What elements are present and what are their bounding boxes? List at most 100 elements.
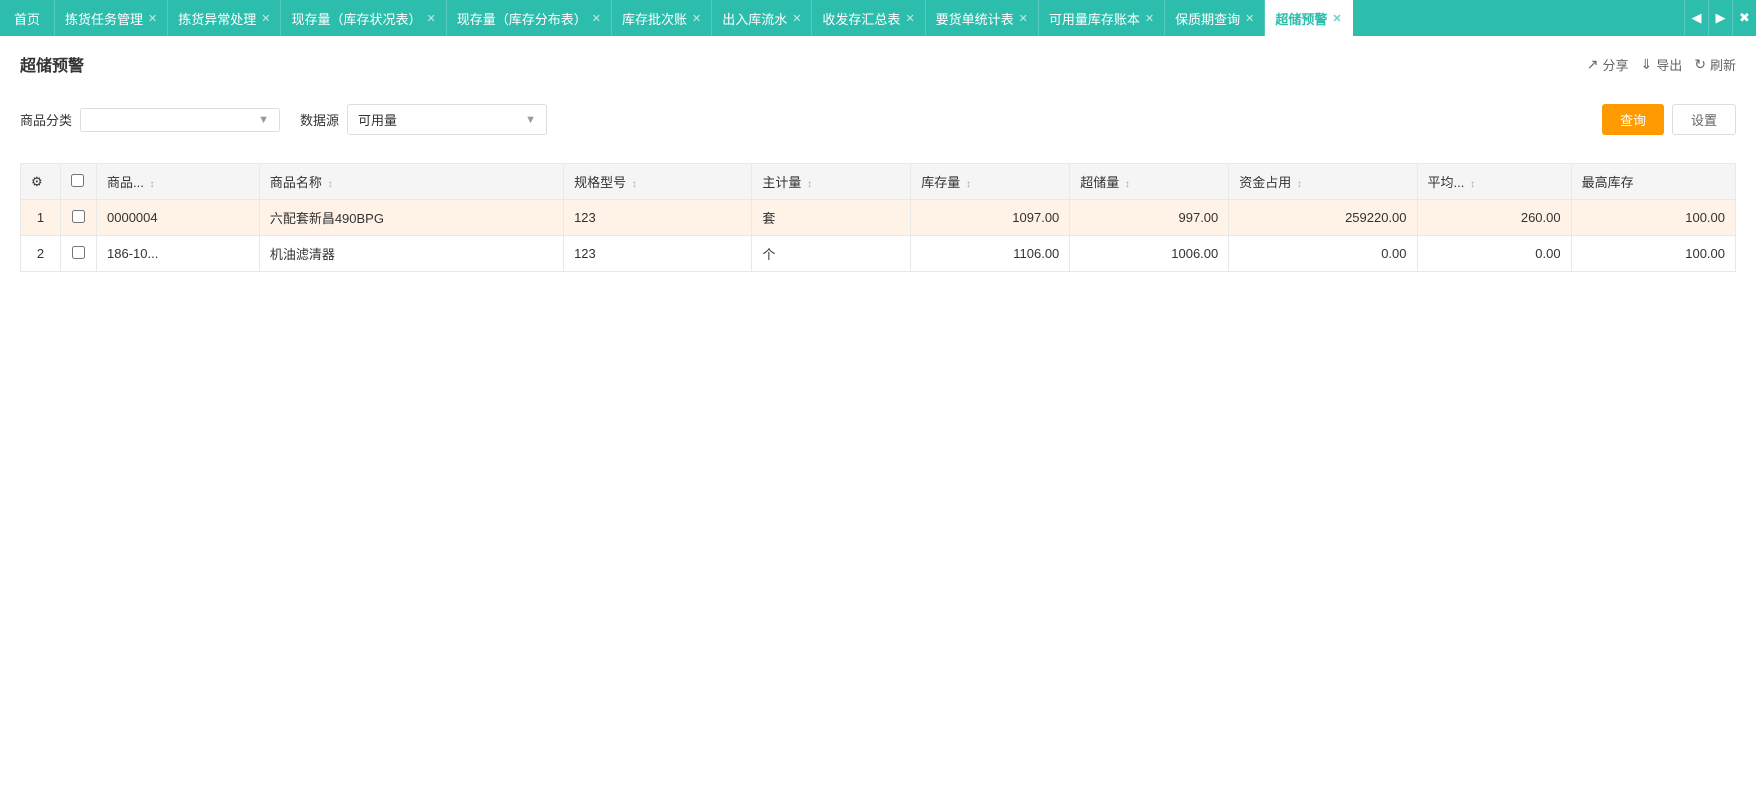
refresh-icon: ↻ bbox=[1694, 56, 1706, 73]
table-row: 2 186-10... 机油滤清器 123 个 1106.00 1006.00 … bbox=[21, 236, 1736, 272]
header-actions: ↗ 分享 ⇓ 导出 ↻ 刷新 bbox=[1587, 55, 1736, 74]
home-tab[interactable]: 首页 bbox=[0, 0, 55, 36]
tab-2[interactable]: 现存量（库存状况表） ✕ bbox=[281, 0, 446, 36]
tab-label-2: 现存量（库存状况表） bbox=[291, 9, 421, 28]
sort-icon-goods-code: ↕ bbox=[149, 179, 154, 190]
share-button[interactable]: ↗ 分享 bbox=[1587, 55, 1629, 74]
row-goods-name-0: 六配套新昌490BPG bbox=[259, 200, 563, 236]
tab-close-6[interactable]: ✕ bbox=[905, 12, 914, 25]
row-capital-1: 0.00 bbox=[1229, 236, 1417, 272]
share-icon: ↗ bbox=[1587, 56, 1599, 73]
tab-label-8: 可用量库存账本 bbox=[1049, 9, 1140, 28]
tab-nav-arrows: ◀ ▶ ✖ bbox=[1684, 0, 1756, 36]
tab-4[interactable]: 库存批次账 ✕ bbox=[612, 0, 712, 36]
row-unit-0: 套 bbox=[752, 200, 911, 236]
column-settings[interactable]: ⚙ bbox=[21, 164, 61, 200]
refresh-button[interactable]: ↻ 刷新 bbox=[1694, 55, 1736, 74]
tab-close-2[interactable]: ✕ bbox=[427, 12, 436, 25]
row-overstock-0: 997.00 bbox=[1070, 200, 1229, 236]
column-spec[interactable]: 规格型号 ↕ bbox=[564, 164, 752, 200]
export-icon: ⇓ bbox=[1641, 56, 1653, 73]
tab-nav-prev[interactable]: ◀ bbox=[1684, 0, 1708, 36]
tab-1[interactable]: 拣货异常处理✕ bbox=[168, 0, 281, 36]
settings-button[interactable]: 设置 bbox=[1672, 104, 1736, 135]
sort-icon-goods-name: ↕ bbox=[327, 179, 332, 190]
column-goods-name[interactable]: 商品名称 ↕ bbox=[259, 164, 563, 200]
tab-nav-next[interactable]: ▶ bbox=[1708, 0, 1732, 36]
tab-3[interactable]: 现存量（库存分布表） ✕ bbox=[447, 0, 612, 36]
tab-10[interactable]: 超储预警 ✕ bbox=[1265, 0, 1352, 36]
row-capital-0: 259220.00 bbox=[1229, 200, 1417, 236]
tab-close-9[interactable]: ✕ bbox=[1245, 12, 1254, 25]
tab-6[interactable]: 收发存汇总表 ✕ bbox=[812, 0, 925, 36]
row-goods-code-0: 0000004 bbox=[97, 200, 260, 236]
column-max-stock: 最高库存 bbox=[1571, 164, 1735, 200]
column-avg[interactable]: 平均... ↕ bbox=[1417, 164, 1571, 200]
data-table: ⚙ 商品... ↕ 商品名称 ↕ 规格型号 ↕ 主计量 ↕ 库存量 ↕ 超储量 … bbox=[20, 163, 1736, 272]
category-select[interactable]: ▼ bbox=[80, 108, 280, 132]
row-checkbox-1[interactable] bbox=[61, 236, 97, 272]
tab-9[interactable]: 保质期查询 ✕ bbox=[1165, 0, 1265, 36]
row-num-1: 2 bbox=[21, 236, 61, 272]
tab-label-4: 库存批次账 bbox=[622, 9, 687, 28]
tab-label-5: 出入库流水 bbox=[722, 9, 787, 28]
row-goods-name-1: 机油滤清器 bbox=[259, 236, 563, 272]
row-spec-1: 123 bbox=[564, 236, 752, 272]
row-stock-0: 1097.00 bbox=[911, 200, 1070, 236]
tab-label-0: 拣货任务管理 bbox=[65, 9, 143, 28]
column-overstock[interactable]: 超储量 ↕ bbox=[1070, 164, 1229, 200]
table-header: ⚙ 商品... ↕ 商品名称 ↕ 规格型号 ↕ 主计量 ↕ 库存量 ↕ 超储量 … bbox=[21, 164, 1736, 200]
column-capital[interactable]: 资金占用 ↕ bbox=[1229, 164, 1417, 200]
table-row: 1 0000004 六配套新昌490BPG 123 套 1097.00 997.… bbox=[21, 200, 1736, 236]
category-filter: 商品分类 ▼ bbox=[20, 108, 280, 132]
tab-close-5[interactable]: ✕ bbox=[792, 12, 801, 25]
row-num-0: 1 bbox=[21, 200, 61, 236]
datasource-filter: 数据源 可用量 ▼ bbox=[300, 104, 547, 135]
datasource-label: 数据源 bbox=[300, 110, 339, 129]
row-spec-0: 123 bbox=[564, 200, 752, 236]
tab-label-6: 收发存汇总表 bbox=[822, 9, 900, 28]
datasource-dropdown-arrow: ▼ bbox=[525, 114, 536, 126]
page-header: 超储预警 ↗ 分享 ⇓ 导出 ↻ 刷新 bbox=[20, 52, 1736, 76]
export-button[interactable]: ⇓ 导出 bbox=[1641, 55, 1683, 74]
tab-label-3: 现存量（库存分布表） bbox=[457, 9, 587, 28]
tab-close-7[interactable]: ✕ bbox=[1019, 12, 1028, 25]
datasource-select[interactable]: 可用量 ▼ bbox=[347, 104, 547, 135]
row-avg-0: 260.00 bbox=[1417, 200, 1571, 236]
sort-icon-stock: ↕ bbox=[966, 179, 971, 190]
row-max-stock-0: 100.00 bbox=[1571, 200, 1735, 236]
topbar: 首页 拣货任务管理✕拣货异常处理✕现存量（库存状况表）✕现存量（库存分布表）✕库… bbox=[0, 0, 1756, 36]
tab-0[interactable]: 拣货任务管理 ✕ bbox=[55, 0, 168, 36]
column-stock[interactable]: 库存量 ↕ bbox=[911, 164, 1070, 200]
row-stock-1: 1106.00 bbox=[911, 236, 1070, 272]
page-title: 超储预警 bbox=[20, 52, 84, 76]
column-checkbox[interactable] bbox=[61, 164, 97, 200]
category-label: 商品分类 bbox=[20, 110, 72, 129]
tab-close-3[interactable]: ✕ bbox=[592, 12, 601, 25]
tab-close-0[interactable]: ✕ bbox=[148, 12, 157, 25]
tab-5[interactable]: 出入库流水 ✕ bbox=[712, 0, 812, 36]
row-max-stock-1: 100.00 bbox=[1571, 236, 1735, 272]
row-overstock-1: 1006.00 bbox=[1070, 236, 1229, 272]
row-checkbox-0[interactable] bbox=[61, 200, 97, 236]
select-all-checkbox[interactable] bbox=[71, 174, 84, 187]
tab-close-10[interactable]: ✕ bbox=[1332, 12, 1341, 25]
row-goods-code-1: 186-10... bbox=[97, 236, 260, 272]
tab-7[interactable]: 要货单统计表✕ bbox=[926, 0, 1039, 36]
column-unit[interactable]: 主计量 ↕ bbox=[752, 164, 911, 200]
row-avg-1: 0.00 bbox=[1417, 236, 1571, 272]
tab-label-10: 超储预警 bbox=[1275, 9, 1327, 28]
tab-close-1[interactable]: ✕ bbox=[261, 12, 270, 25]
tab-close-4[interactable]: ✕ bbox=[692, 12, 701, 25]
column-goods-code[interactable]: 商品... ↕ bbox=[97, 164, 260, 200]
table-header-row: ⚙ 商品... ↕ 商品名称 ↕ 规格型号 ↕ 主计量 ↕ 库存量 ↕ 超储量 … bbox=[21, 164, 1736, 200]
tab-label-9: 保质期查询 bbox=[1175, 9, 1240, 28]
tab-8[interactable]: 可用量库存账本 ✕ bbox=[1039, 0, 1165, 36]
tab-nav-more[interactable]: ✖ bbox=[1732, 0, 1756, 36]
query-button[interactable]: 查询 bbox=[1602, 104, 1664, 135]
filter-buttons: 查询 设置 bbox=[1602, 104, 1736, 135]
tab-close-8[interactable]: ✕ bbox=[1145, 12, 1154, 25]
tab-list: 拣货任务管理✕拣货异常处理✕现存量（库存状况表）✕现存量（库存分布表）✕库存批次… bbox=[55, 0, 1684, 36]
filter-area: 商品分类 ▼ 数据源 可用量 ▼ 查询 设置 bbox=[20, 92, 1736, 147]
category-dropdown-arrow: ▼ bbox=[258, 114, 269, 126]
